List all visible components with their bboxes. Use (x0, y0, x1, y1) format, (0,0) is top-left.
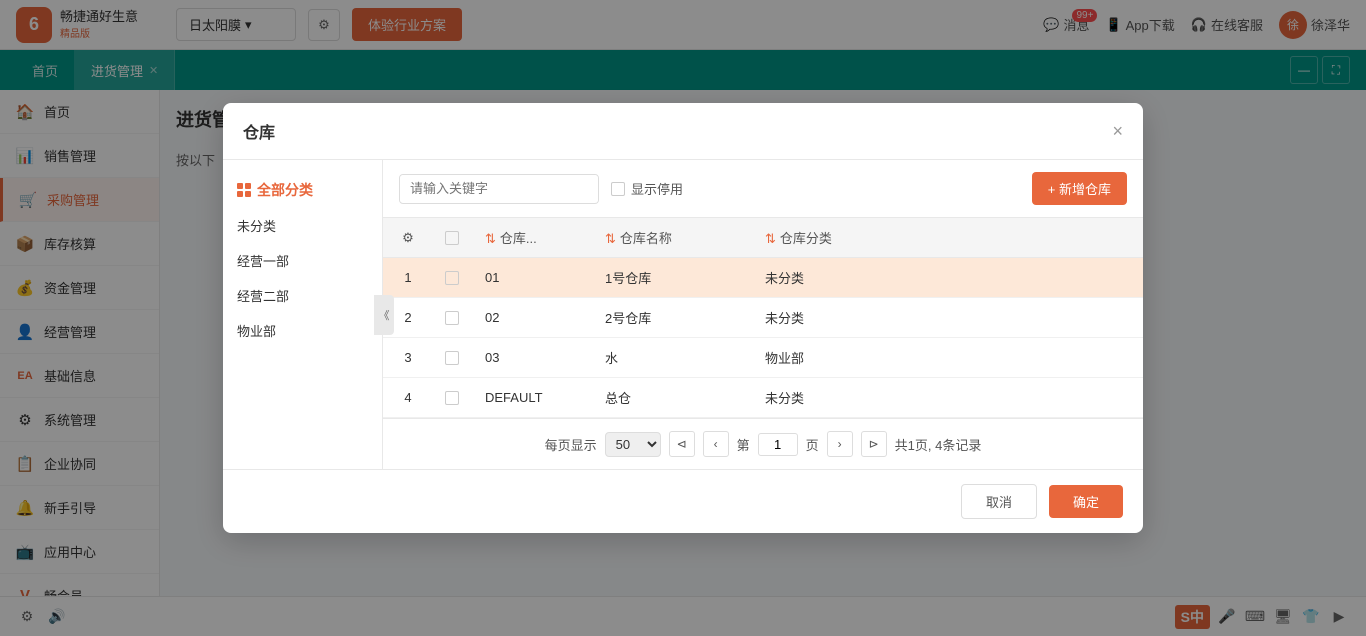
row-code: 01 (473, 258, 593, 298)
row-name: 2号仓库 (593, 298, 753, 338)
name-col-header[interactable]: ⇅仓库名称 (593, 218, 753, 258)
page-label: 页 (806, 435, 819, 454)
search-icon[interactable]: 🔍 (596, 175, 599, 203)
grid-icon (237, 183, 251, 197)
modal-body: 全部分类 未分类 经营一部 经营二部 物业部 《 🔍 (223, 160, 1143, 469)
search-input[interactable] (400, 175, 596, 202)
table-header-row: ⚙ ⇅仓库... ⇅仓库名称 (383, 218, 1143, 258)
all-categories-button[interactable]: 全部分类 (223, 172, 382, 208)
warehouse-table: ⚙ ⇅仓库... ⇅仓库名称 (383, 218, 1143, 418)
table-row[interactable]: 3 03 水 物业部 (383, 338, 1143, 378)
modal-header: 仓库 × (223, 103, 1143, 160)
row-name: 总仓 (593, 378, 753, 418)
page-number-input[interactable] (758, 433, 798, 456)
row-name: 1号仓库 (593, 258, 753, 298)
pagination: 每页显示 10 20 50 100 ⊲ ‹ 第 页 › (383, 418, 1143, 469)
modal-title: 仓库 (243, 119, 275, 143)
table-row[interactable]: 4 DEFAULT 总仓 未分类 (383, 378, 1143, 418)
next-page-button[interactable]: › (827, 431, 853, 457)
settings-col-header: ⚙ (383, 218, 433, 258)
row-checkbox-cell[interactable] (433, 338, 473, 378)
row-checkbox-cell[interactable] (433, 298, 473, 338)
page-size-dropdown[interactable]: 10 20 50 100 (605, 432, 661, 457)
show-disabled-label: 显示停用 (631, 179, 683, 198)
search-box: 🔍 (399, 174, 599, 204)
table-body: 1 01 1号仓库 未分类 2 (383, 258, 1143, 418)
page-di-label: 第 (737, 435, 750, 454)
table-row[interactable]: 1 01 1号仓库 未分类 (383, 258, 1143, 298)
show-disabled-checkbox[interactable] (611, 182, 625, 196)
confirm-button[interactable]: 确定 (1049, 485, 1123, 518)
row-checkbox[interactable] (445, 391, 459, 405)
row-category: 物业部 (753, 338, 1143, 378)
table-panel: 🔍 显示停用 + 新增仓库 ⚙ (383, 160, 1143, 469)
modal-close-button[interactable]: × (1112, 122, 1123, 140)
row-name: 水 (593, 338, 753, 378)
page-size-label: 每页显示 (545, 435, 597, 454)
row-code: DEFAULT (473, 378, 593, 418)
category-item-dept2[interactable]: 经营二部 (223, 278, 382, 313)
last-page-button[interactable]: ⊳ (861, 431, 887, 457)
show-disabled-toggle[interactable]: 显示停用 (611, 179, 683, 198)
table-toolbar: 🔍 显示停用 + 新增仓库 (383, 160, 1143, 218)
row-code: 02 (473, 298, 593, 338)
prev-page-button[interactable]: ‹ (703, 431, 729, 457)
category-panel: 全部分类 未分类 经营一部 经营二部 物业部 《 (223, 160, 383, 469)
row-category: 未分类 (753, 378, 1143, 418)
table-row[interactable]: 2 02 2号仓库 未分类 (383, 298, 1143, 338)
sort-icon-code: ⇅ (485, 231, 496, 246)
row-checkbox[interactable] (445, 311, 459, 325)
row-category: 未分类 (753, 298, 1143, 338)
all-categories-label: 全部分类 (257, 180, 313, 200)
row-code: 03 (473, 338, 593, 378)
data-table: ⚙ ⇅仓库... ⇅仓库名称 (383, 218, 1143, 418)
select-all-checkbox[interactable] (445, 231, 459, 245)
collapse-panel-button[interactable]: 《 (374, 295, 394, 335)
category-col-header[interactable]: ⇅仓库分类 (753, 218, 1143, 258)
category-item-unclassified[interactable]: 未分类 (223, 208, 382, 243)
category-item-property[interactable]: 物业部 (223, 313, 382, 348)
settings-col-icon: ⚙ (402, 230, 414, 245)
row-num: 1 (383, 258, 433, 298)
add-warehouse-button[interactable]: + 新增仓库 (1032, 172, 1127, 205)
row-checkbox-cell[interactable] (433, 258, 473, 298)
row-checkbox[interactable] (445, 271, 459, 285)
sort-icon-name: ⇅ (605, 231, 616, 246)
row-checkbox-cell[interactable] (433, 378, 473, 418)
row-num: 3 (383, 338, 433, 378)
page-size-select[interactable]: 10 20 50 100 (605, 432, 661, 457)
category-item-dept1[interactable]: 经营一部 (223, 243, 382, 278)
page-info: 共1页, 4条记录 (895, 435, 982, 454)
row-category: 未分类 (753, 258, 1143, 298)
row-num: 4 (383, 378, 433, 418)
modal-footer: 取消 确定 (223, 469, 1143, 533)
modal-overlay: 仓库 × 全部分类 未分类 经营一部 经营二部 物业部 《 (0, 0, 1366, 636)
sort-icon-category: ⇅ (765, 231, 776, 246)
code-col-header[interactable]: ⇅仓库... (473, 218, 593, 258)
first-page-button[interactable]: ⊲ (669, 431, 695, 457)
row-checkbox[interactable] (445, 351, 459, 365)
cancel-button[interactable]: 取消 (961, 484, 1037, 519)
checkbox-col-header (433, 218, 473, 258)
warehouse-modal: 仓库 × 全部分类 未分类 经营一部 经营二部 物业部 《 (223, 103, 1143, 533)
